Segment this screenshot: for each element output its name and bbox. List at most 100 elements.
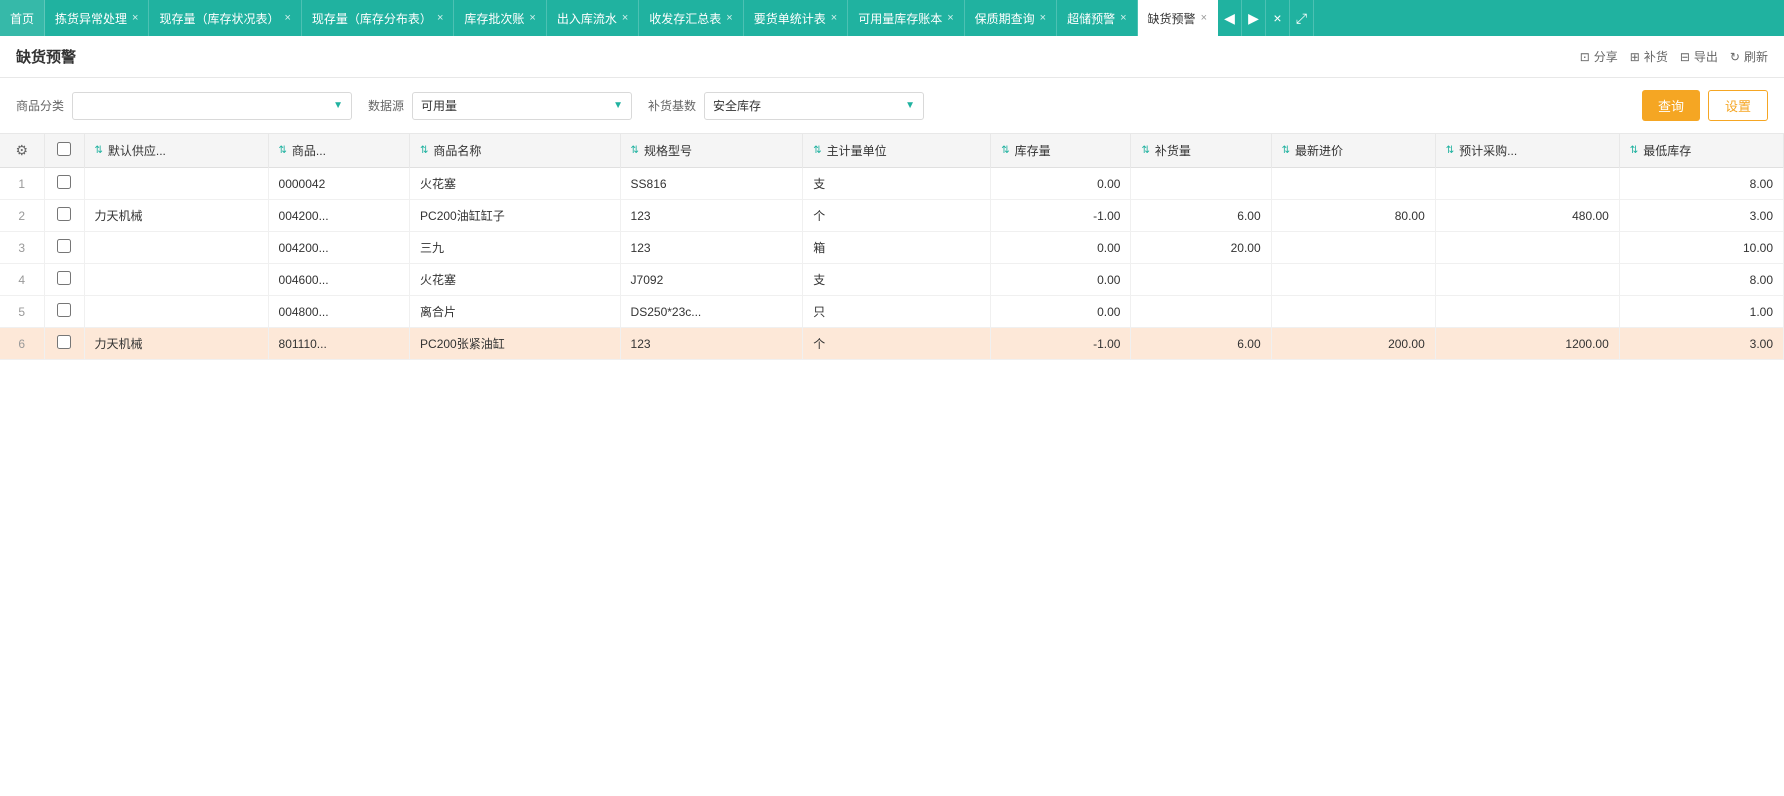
tab-shortage[interactable]: 缺货预警 ×: [1138, 0, 1218, 36]
table-body: 10000042火花塞SS816支0.008.002力天机械004200...P…: [0, 168, 1784, 360]
setting-button[interactable]: 设置: [1708, 90, 1768, 121]
cell-rownum: 6: [0, 328, 44, 360]
tab-close-overstock[interactable]: ×: [1120, 12, 1126, 24]
cell-replenish-qty: 20.00: [1131, 232, 1271, 264]
cell-product-code: 801110...: [268, 328, 410, 360]
replenish-basis-select[interactable]: 安全库存 ▼: [704, 92, 924, 120]
cell-stock-qty: -1.00: [991, 200, 1131, 232]
tab-inventory-status[interactable]: 现存量（库存状况表） ×: [149, 0, 301, 36]
page-title: 缺货预警: [16, 46, 76, 67]
cell-est-purchase: 1200.00: [1435, 328, 1619, 360]
datasource-select[interactable]: 可用量 ▼: [412, 92, 632, 120]
row-checkbox[interactable]: [57, 239, 71, 253]
row-checkbox[interactable]: [57, 207, 71, 221]
tab-home[interactable]: 首页: [0, 0, 45, 36]
th-min-stock: ⇅最低库存: [1619, 134, 1783, 168]
table-row: 6力天机械801110...PC200张紧油缸123个-1.006.00200.…: [0, 328, 1784, 360]
tab-next-btn[interactable]: ▶: [1242, 0, 1266, 36]
tab-receipt-summary[interactable]: 收发存汇总表 ×: [639, 0, 743, 36]
th-checkbox: [44, 134, 84, 168]
share-button[interactable]: ⊡ 分享: [1580, 48, 1618, 65]
gear-icon[interactable]: ⚙: [15, 142, 28, 158]
tab-close-inv-dist[interactable]: ×: [437, 12, 443, 24]
tab-close-all-btn[interactable]: ×: [1266, 0, 1290, 36]
th-stock-qty: ⇅库存量: [991, 134, 1131, 168]
cell-product-code: 0000042: [268, 168, 410, 200]
cell-product-code: 004200...: [268, 200, 410, 232]
cell-est-purchase: 480.00: [1435, 200, 1619, 232]
cell-stock-qty: -1.00: [991, 328, 1131, 360]
table-row: 10000042火花塞SS816支0.008.00: [0, 168, 1784, 200]
cell-supplier: [84, 296, 268, 328]
sort-min-icon: ⇅: [1630, 145, 1638, 156]
cell-rownum: 1: [0, 168, 44, 200]
cell-product-name: PC200张紧油缸: [410, 328, 621, 360]
datasource-label: 数据源: [368, 97, 404, 114]
cell-product-name: 三九: [410, 232, 621, 264]
tab-available-ledger[interactable]: 可用量库存账本 ×: [848, 0, 964, 36]
tab-close-avail[interactable]: ×: [947, 12, 953, 24]
cell-checkbox: [44, 200, 84, 232]
tab-expiry[interactable]: 保质期查询 ×: [965, 0, 1057, 36]
tab-close-receipt[interactable]: ×: [726, 12, 732, 24]
cell-replenish-qty: [1131, 168, 1271, 200]
tab-close-shortage[interactable]: ×: [1201, 12, 1207, 24]
cell-replenish-qty: [1131, 264, 1271, 296]
tab-close-flow[interactable]: ×: [622, 12, 628, 24]
filter-actions: 查询 设置: [1642, 90, 1768, 121]
table-row: 5004800...离合片DS250*23c...只0.001.00: [0, 296, 1784, 328]
datasource-chevron-icon: ▼: [613, 100, 623, 111]
tab-close-batch[interactable]: ×: [529, 12, 535, 24]
cell-min-stock: 8.00: [1619, 264, 1783, 296]
row-checkbox[interactable]: [57, 175, 71, 189]
row-checkbox[interactable]: [57, 335, 71, 349]
table-header-row: ⚙ ⇅默认供应... ⇅商品... ⇅商品名称 ⇅规格型号: [0, 134, 1784, 168]
tab-close-abnormal[interactable]: ×: [132, 12, 138, 24]
refresh-button[interactable]: ↻ 刷新: [1730, 48, 1768, 65]
cell-unit: 箱: [803, 232, 991, 264]
page-content: 缺货预警 ⊡ 分享 ⊞ 补货 ⊟ 导出 ↻ 刷新 商品分类: [0, 36, 1784, 796]
refresh-icon: ↻: [1730, 50, 1740, 64]
tab-overstock[interactable]: 超储预警 ×: [1057, 0, 1137, 36]
th-gear[interactable]: ⚙: [0, 134, 44, 168]
query-button[interactable]: 查询: [1642, 90, 1700, 121]
table-container: ⚙ ⇅默认供应... ⇅商品... ⇅商品名称 ⇅规格型号: [0, 134, 1784, 360]
tab-close-req[interactable]: ×: [831, 12, 837, 24]
sort-price-icon: ⇅: [1282, 145, 1290, 156]
cell-latest-price: [1271, 296, 1435, 328]
cell-stock-qty: 0.00: [991, 296, 1131, 328]
row-checkbox[interactable]: [57, 303, 71, 317]
cell-min-stock: 8.00: [1619, 168, 1783, 200]
cell-supplier: 力天机械: [84, 200, 268, 232]
tab-abnormal[interactable]: 拣货异常处理 ×: [45, 0, 149, 36]
th-supplier: ⇅默认供应...: [84, 134, 268, 168]
tab-close-inv-status[interactable]: ×: [284, 12, 290, 24]
cell-product-name: PC200油缸缸子: [410, 200, 621, 232]
tab-prev-btn[interactable]: ◀: [1218, 0, 1242, 36]
export-button[interactable]: ⊟ 导出: [1680, 48, 1718, 65]
tab-close-expiry[interactable]: ×: [1040, 12, 1046, 24]
category-select[interactable]: ▼: [72, 92, 352, 120]
tab-bar: 首页 拣货异常处理 × 现存量（库存状况表） × 现存量（库存分布表） × 库存…: [0, 0, 1784, 36]
cell-unit: 个: [803, 328, 991, 360]
replenish-button[interactable]: ⊞ 补货: [1630, 48, 1668, 65]
tab-batch-account[interactable]: 库存批次账 ×: [454, 0, 546, 36]
category-filter-group: 商品分类 ▼: [16, 92, 352, 120]
select-all-checkbox[interactable]: [57, 142, 71, 156]
tab-inout-flow[interactable]: 出入库流水 ×: [547, 0, 639, 36]
cell-min-stock: 3.00: [1619, 328, 1783, 360]
sort-spec-icon: ⇅: [631, 145, 639, 156]
tab-expand-btn[interactable]: ⤢: [1290, 0, 1314, 36]
tab-inventory-dist[interactable]: 现存量（库存分布表） ×: [302, 0, 454, 36]
cell-stock-qty: 0.00: [991, 264, 1131, 296]
replenish-basis-filter-group: 补货基数 安全库存 ▼: [648, 92, 924, 120]
row-checkbox[interactable]: [57, 271, 71, 285]
replenish-basis-value: 安全库存: [713, 97, 761, 114]
cell-product-code: 004600...: [268, 264, 410, 296]
cell-rownum: 2: [0, 200, 44, 232]
cell-stock-qty: 0.00: [991, 168, 1131, 200]
cell-unit: 只: [803, 296, 991, 328]
sort-replenish-icon: ⇅: [1141, 145, 1149, 156]
tab-requisition[interactable]: 要货单统计表 ×: [744, 0, 848, 36]
cell-spec: 123: [620, 328, 803, 360]
